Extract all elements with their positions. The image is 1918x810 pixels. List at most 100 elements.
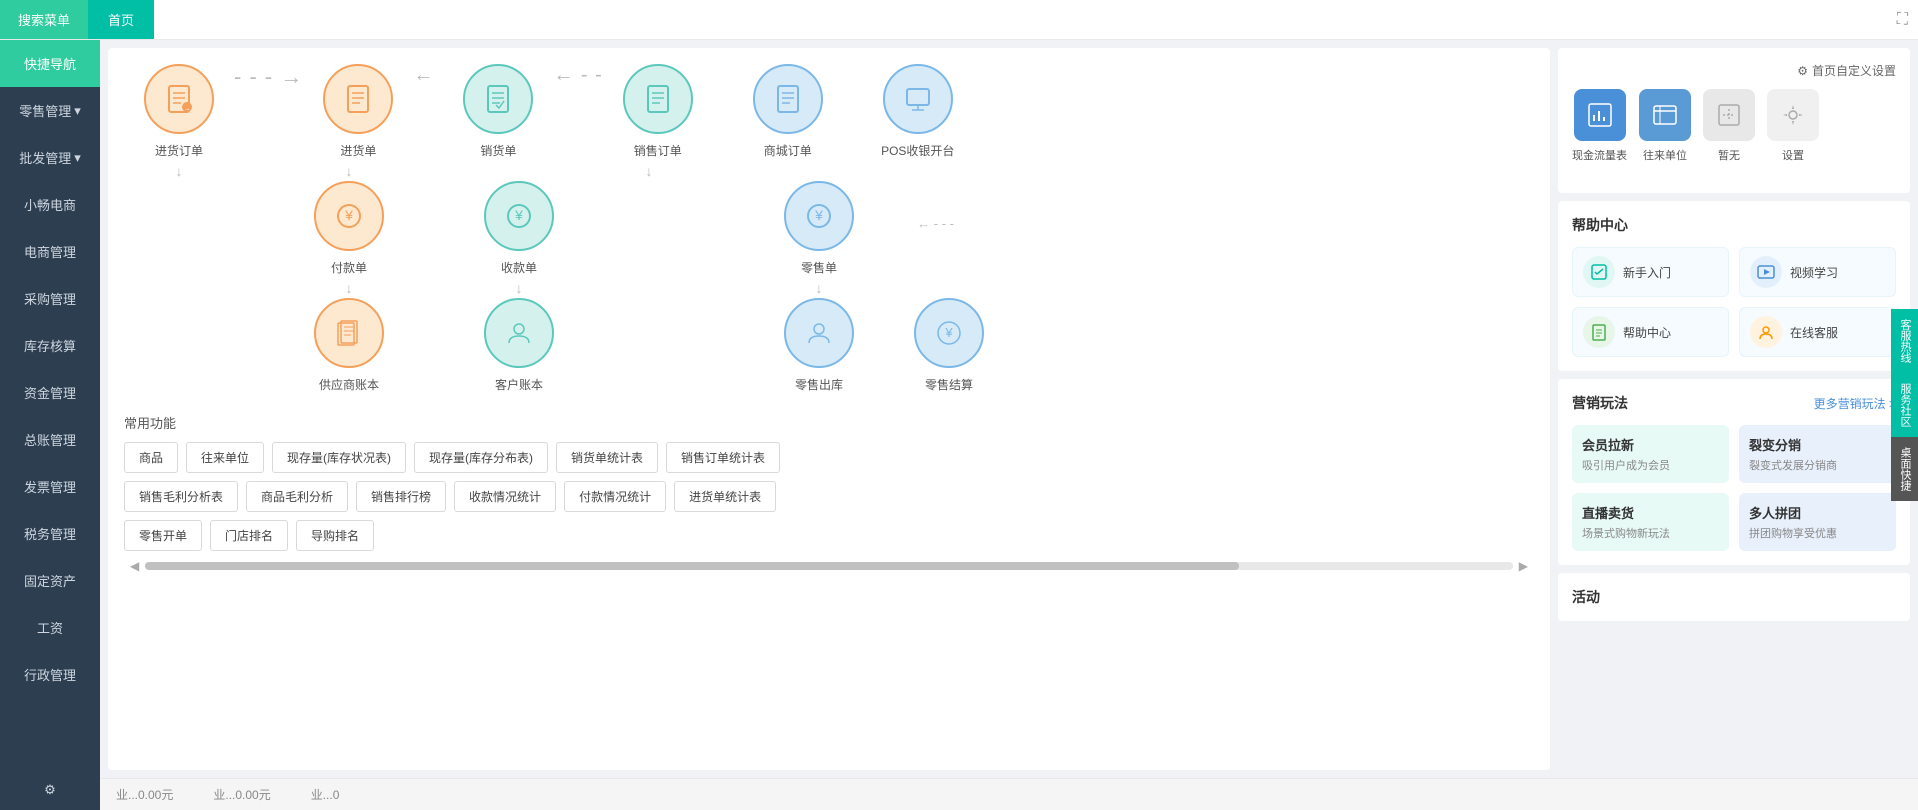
circle-jinhuodd[interactable]: →: [144, 64, 214, 134]
func-btn-inventory-dist[interactable]: 现存量(库存分布表): [414, 442, 548, 473]
circle-shangchengdd[interactable]: [753, 64, 823, 134]
scroll-track[interactable]: [145, 562, 1513, 570]
v-arrow-xiaohuo: ↓: [294, 163, 404, 179]
search-menu-btn[interactable]: 搜索菜单: [0, 0, 88, 39]
marketing-item-viral[interactable]: 裂变分销 裂变式发展分销商: [1739, 425, 1896, 483]
group-title: 多人拼团: [1749, 503, 1886, 522]
func-btn-receipt-stats[interactable]: 收款情况统计: [454, 481, 556, 512]
svg-text:¥: ¥: [344, 207, 353, 223]
gear-icon: ⚙: [1797, 64, 1808, 78]
sidebar-item-tax[interactable]: 税务管理: [0, 510, 100, 557]
scroll-right-btn[interactable]: ▶: [1513, 559, 1534, 573]
quick-nav-item-cashflow[interactable]: 现金流量表: [1572, 89, 1627, 163]
sidebar-item-label: 快捷导航: [24, 54, 76, 73]
float-btn-service[interactable]: 客服热线: [1891, 309, 1918, 373]
func-btn-retail-order[interactable]: 零售开单: [124, 520, 202, 551]
circle-kehu[interactable]: [484, 298, 554, 368]
flow-node-jinhuodd: → 进货订单: [124, 64, 234, 159]
sidebar-item-admin[interactable]: 行政管理: [0, 651, 100, 698]
sidebar-salary-label: 工资: [37, 618, 63, 637]
marketing-item-group[interactable]: 多人拼团 拼团购物享受优惠: [1739, 493, 1896, 551]
sidebar-item-ecom-mgmt[interactable]: 电商管理: [0, 228, 100, 275]
func-btn-sales-order-stats[interactable]: 销售订单统计表: [666, 442, 780, 473]
float-btn-desktop[interactable]: 桌面快捷: [1891, 437, 1918, 501]
func-btn-product[interactable]: 商品: [124, 442, 178, 473]
circle-gongyingshang[interactable]: [314, 298, 384, 368]
help-item-helpcenter[interactable]: 帮助中心: [1572, 307, 1729, 357]
marketing-more[interactable]: 更多营销玩法 >: [1814, 395, 1896, 412]
help-item-video[interactable]: 视频学习: [1739, 247, 1896, 297]
member-title: 会员拉新: [1582, 435, 1719, 454]
func-btn-payment-stats[interactable]: 付款情况统计: [564, 481, 666, 512]
sidebar-wholesale-label: 批发管理: [19, 148, 71, 167]
float-btn-community[interactable]: 服务社区: [1891, 373, 1918, 437]
bottom-num-1: 业...0.00元: [116, 786, 173, 803]
common-functions: 常用功能 商品 往来单位 现存量(库存状况表) 现存量(库存分布表) 销货单统计…: [124, 413, 1534, 551]
tab-home[interactable]: 首页: [88, 0, 154, 39]
sidebar-item-retail[interactable]: 零售管理 ▾: [0, 87, 100, 134]
func-btn-product-gross[interactable]: 商品毛利分析: [246, 481, 348, 512]
func-btn-guide-rank[interactable]: 导购排名: [296, 520, 374, 551]
quick-nav-item-settings[interactable]: 设置: [1767, 89, 1819, 163]
circle-xiaoshoudd[interactable]: [623, 64, 693, 134]
label-shangchengdd: 商城订单: [764, 142, 812, 159]
left-panel: → 进货订单 - - - → 进: [108, 48, 1550, 770]
sidebar-item-ledger[interactable]: 总账管理: [0, 416, 100, 463]
circle-lingshouchuku[interactable]: [784, 298, 854, 368]
func-btn-purchase-stats[interactable]: 进货单统计表: [674, 481, 776, 512]
sidebar-ecom-label: 小畅电商: [24, 195, 76, 214]
right-panel: ⚙ 首页自定义设置 现金流量表: [1558, 40, 1918, 778]
sidebar-item-wholesale[interactable]: 批发管理 ▾: [0, 134, 100, 181]
sidebar-item-inventory[interactable]: 库存核算: [0, 322, 100, 369]
bottom-num-2: 业...0.00元: [213, 786, 270, 803]
content-area: → 进货订单 - - - → 进: [100, 40, 1918, 810]
common-functions-title: 常用功能: [124, 413, 1534, 432]
helpcenter-label: 帮助中心: [1623, 324, 1671, 341]
sidebar-ecom-mgmt-label: 电商管理: [24, 242, 76, 261]
circle-pos[interactable]: [883, 64, 953, 134]
sidebar-item-assets[interactable]: 固定资产: [0, 557, 100, 604]
func-btn-inventory-status[interactable]: 现存量(库存状况表): [272, 442, 406, 473]
func-btn-store-rank[interactable]: 门店排名: [210, 520, 288, 551]
func-btn-partners[interactable]: 往来单位: [186, 442, 264, 473]
label-xiaohuo: 销货单: [480, 142, 516, 159]
help-item-beginner[interactable]: 新手入门: [1572, 247, 1729, 297]
flow-node-linghuo: ← - - - ¥ 零售单: [764, 181, 874, 276]
activity-section: 活动: [1558, 573, 1910, 621]
sidebar-item-quicknav[interactable]: 快捷导航: [0, 40, 100, 87]
v-arrow-shangchengdd: ↓: [594, 163, 704, 179]
label-xiaoshoudd: 销售订单: [634, 142, 682, 159]
sidebar-item-ecom[interactable]: 小畅电商: [0, 181, 100, 228]
cashflow-icon-box: [1574, 89, 1626, 141]
label-gongyingshang: 供应商账本: [319, 376, 379, 393]
v-arrow-fukuan: ↓: [294, 280, 404, 296]
circle-shoukuan[interactable]: ¥: [484, 181, 554, 251]
sidebar-settings-btn[interactable]: ⚙: [0, 770, 100, 810]
help-item-online[interactable]: 在线客服: [1739, 307, 1896, 357]
partners-label: 往来单位: [1643, 147, 1687, 163]
sidebar-item-invoice[interactable]: 发票管理: [0, 463, 100, 510]
circle-fukuan[interactable]: ¥: [314, 181, 384, 251]
help-grid: 新手入门 视频学习 帮助中心: [1572, 247, 1896, 357]
func-btn-sales-gross[interactable]: 销售毛利分析表: [124, 481, 238, 512]
circle-jinhuo[interactable]: [323, 64, 393, 134]
func-btn-sales-rank[interactable]: 销售排行榜: [356, 481, 446, 512]
scroll-left-btn[interactable]: ◀: [124, 559, 145, 573]
sidebar-item-salary[interactable]: 工资: [0, 604, 100, 651]
circle-linghuo[interactable]: ¥: [784, 181, 854, 251]
flow-node-lingshouchuku: 零售出库: [764, 298, 874, 393]
empty-label: 暂无: [1718, 147, 1740, 163]
sidebar-item-finance[interactable]: 资金管理: [0, 369, 100, 416]
circle-lingshoujiesuan[interactable]: ¥: [914, 298, 984, 368]
quick-nav-item-partners[interactable]: 往来单位: [1639, 89, 1691, 163]
expand-icon[interactable]: ⛶: [1887, 11, 1918, 29]
help-title: 帮助中心: [1572, 215, 1896, 235]
chevron-down-icon2: ▾: [74, 150, 81, 166]
sidebar-item-purchase[interactable]: 采购管理: [0, 275, 100, 322]
online-icon: [1750, 316, 1782, 348]
marketing-item-member[interactable]: 会员拉新 吸引用户成为会员: [1572, 425, 1729, 483]
marketing-item-live[interactable]: 直播卖货 场景式购物新玩法: [1572, 493, 1729, 551]
quick-nav-header[interactable]: ⚙ 首页自定义设置: [1572, 62, 1896, 79]
circle-xiaohuo[interactable]: [463, 64, 533, 134]
func-btn-sales-stats[interactable]: 销货单统计表: [556, 442, 658, 473]
